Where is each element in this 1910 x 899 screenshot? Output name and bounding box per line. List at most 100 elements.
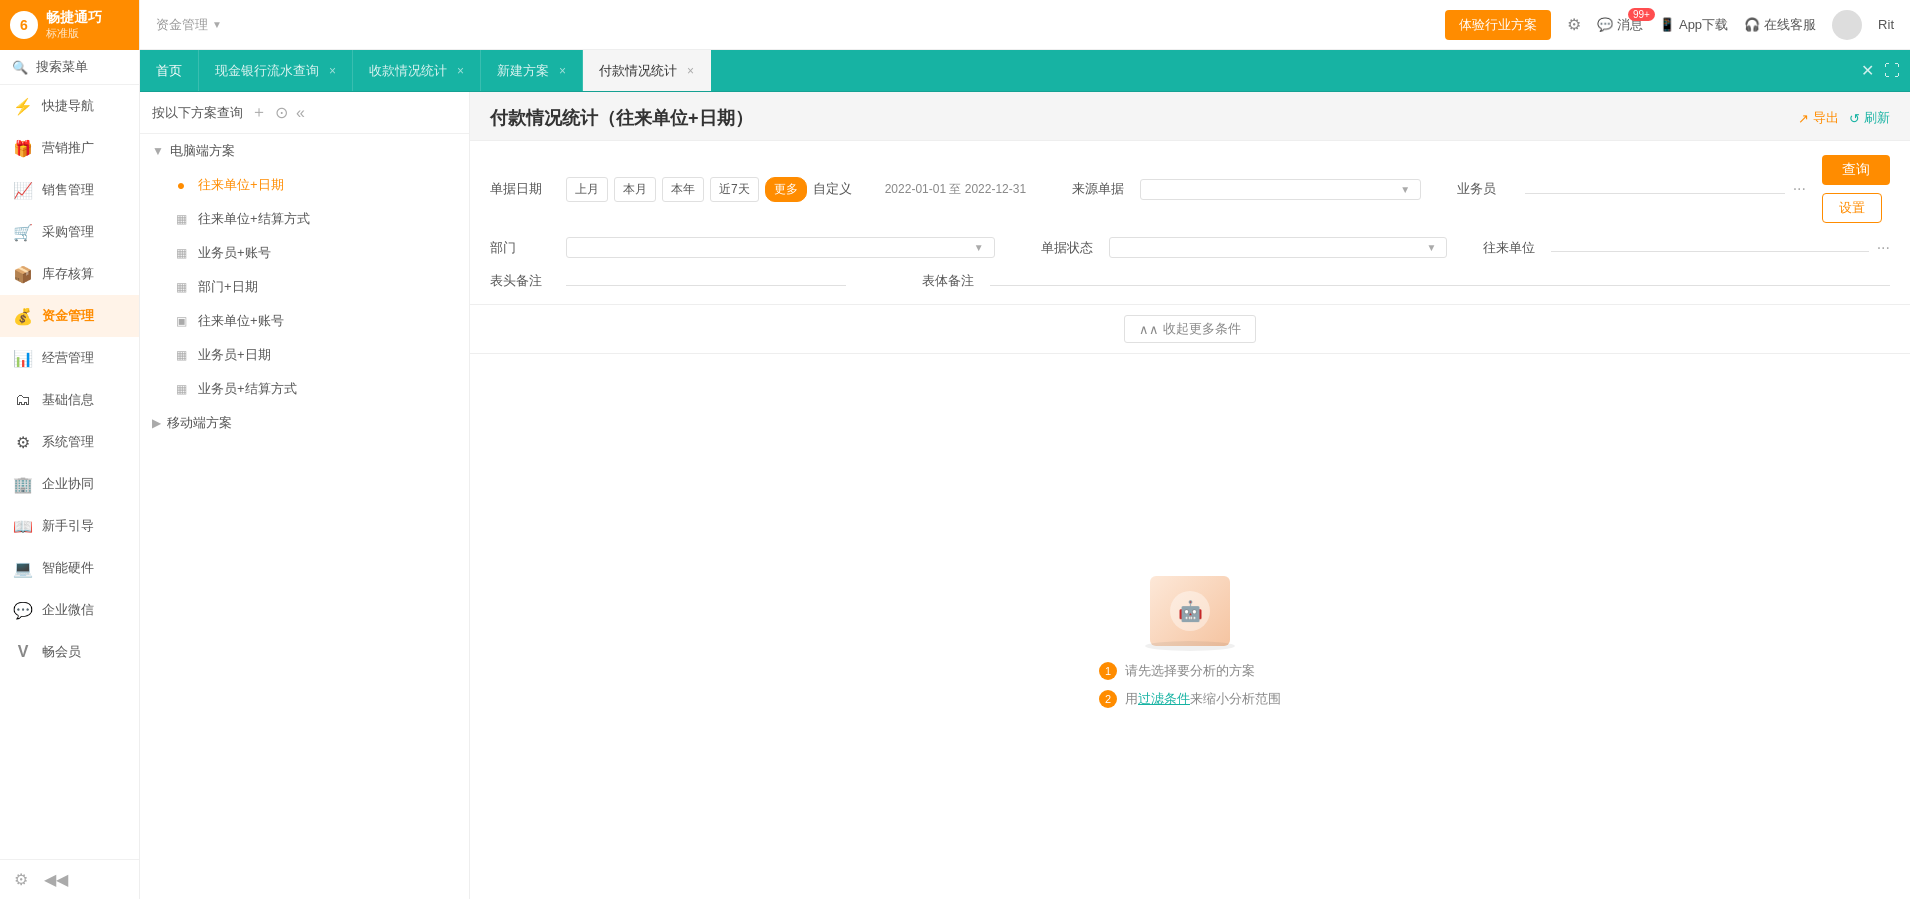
- tab-close-bank[interactable]: ×: [329, 64, 336, 78]
- tab-close-receipt[interactable]: ×: [457, 64, 464, 78]
- last-7-btn[interactable]: 近7天: [710, 177, 759, 202]
- scheme-item-label: 业务员+账号: [198, 244, 271, 262]
- expand-window-icon[interactable]: ⛶: [1884, 62, 1900, 80]
- counterpart-dots-icon[interactable]: ···: [1877, 239, 1890, 257]
- refresh-button[interactable]: ↺ 刷新: [1849, 109, 1890, 127]
- dept-select[interactable]: ▼: [566, 237, 995, 258]
- tab-payment[interactable]: 付款情况统计 ×: [583, 50, 711, 91]
- breadcrumb-text: 资金管理: [156, 16, 208, 34]
- close-all-tabs-icon[interactable]: ✕: [1861, 61, 1874, 80]
- scheme-item-unit-settle[interactable]: ▦ 往来单位+结算方式: [140, 202, 469, 236]
- dropdown-arrow-icon: ▼: [212, 19, 222, 30]
- empty-shadow: [1145, 641, 1235, 651]
- sidebar-item-sales[interactable]: 📈 销售管理: [0, 169, 139, 211]
- sidebar-item-smart-hw[interactable]: 💻 智能硬件: [0, 547, 139, 589]
- tab-bank[interactable]: 现金银行流水查询 ×: [199, 50, 353, 91]
- sidebar-item-operations[interactable]: 📊 经营管理: [0, 337, 139, 379]
- tab-close-new-scheme[interactable]: ×: [559, 64, 566, 78]
- sidebar-item-member[interactable]: V 畅会员: [0, 631, 139, 673]
- smart-hw-icon: 💻: [14, 559, 32, 577]
- new-scheme-tab-label: 新建方案: [497, 62, 549, 80]
- sidebar-item-label: 企业微信: [42, 601, 94, 619]
- export-button[interactable]: ↗ 导出: [1798, 109, 1839, 127]
- scheme-item-staff-settle[interactable]: ▦ 业务员+结算方式: [140, 372, 469, 406]
- mobile-section-toggle[interactable]: ▶ 移动端方案: [140, 406, 469, 440]
- empty-state: 🤖 1 请先选择要分析的方案 2 用过滤条件来缩小分析范围: [470, 354, 1910, 899]
- collapse-conditions-button[interactable]: ∧∧ 收起更多条件: [1124, 315, 1256, 343]
- online-service-button[interactable]: 🎧 在线客服: [1744, 16, 1816, 34]
- marketing-icon: 🎁: [14, 139, 32, 157]
- sidebar-item-quick-nav[interactable]: ⚡ 快捷导航: [0, 85, 139, 127]
- sidebar-item-inventory[interactable]: 📦 库存核算: [0, 253, 139, 295]
- refresh-icon: ↺: [1849, 111, 1860, 126]
- more-date-btn[interactable]: 更多: [765, 177, 807, 202]
- desktop-scheme-section: ▼ 电脑端方案 ● 往来单位+日期 ▦ 往来单位+结算方式 ▦ 业务员+账号 ▦: [140, 134, 469, 406]
- sidebar-item-purchase[interactable]: 🛒 采购管理: [0, 211, 139, 253]
- sidebar-item-search[interactable]: 🔍 搜索菜单: [0, 50, 139, 85]
- scheme-item-unit-account[interactable]: ▣ 往来单位+账号: [140, 304, 469, 338]
- collapse-scheme-icon[interactable]: «: [296, 104, 305, 122]
- tab-home[interactable]: 首页: [140, 50, 199, 91]
- scheme-item-dept-date[interactable]: ▦ 部门+日期: [140, 270, 469, 304]
- app-download-button[interactable]: 📱 App下载: [1659, 16, 1728, 34]
- scheme-item-unit-date[interactable]: ● 往来单位+日期: [140, 168, 469, 202]
- note-head-input[interactable]: [566, 277, 846, 286]
- settings-icon[interactable]: ⚙: [14, 870, 28, 889]
- sidebar-item-guide[interactable]: 📖 新手引导: [0, 505, 139, 547]
- guide-icon: 📖: [14, 517, 32, 535]
- gear-icon[interactable]: ⚙: [1567, 15, 1581, 34]
- logo-text-area: 畅捷通巧 标准版: [46, 9, 102, 41]
- last-month-btn[interactable]: 上月: [566, 177, 608, 202]
- tab-receipt[interactable]: 收款情况统计 ×: [353, 50, 481, 91]
- sidebar-item-label: 经营管理: [42, 349, 94, 367]
- member-icon: V: [14, 643, 32, 661]
- sidebar-item-corp[interactable]: 🏢 企业协同: [0, 463, 139, 505]
- sidebar-item-system[interactable]: ⚙ 系统管理: [0, 421, 139, 463]
- note-head-label: 表头备注: [490, 272, 550, 290]
- note-body-input[interactable]: [990, 277, 1890, 286]
- source-label: 来源单据: [1072, 180, 1132, 198]
- this-year-btn[interactable]: 本年: [662, 177, 704, 202]
- this-month-btn[interactable]: 本月: [614, 177, 656, 202]
- sidebar-item-label: 快捷导航: [42, 97, 94, 115]
- scheme-item-label: 往来单位+结算方式: [198, 210, 310, 228]
- desktop-section-toggle[interactable]: ▼ 电脑端方案: [140, 134, 469, 168]
- note-body-label: 表体备注: [922, 272, 982, 290]
- wechat-icon: 💬: [14, 601, 32, 619]
- sidebar-item-marketing[interactable]: 🎁 营销推广: [0, 127, 139, 169]
- source-select[interactable]: ▼: [1140, 179, 1421, 200]
- sidebar-item-finance[interactable]: 💰 资金管理: [0, 295, 139, 337]
- filter-row-3: 表头备注 表体备注: [490, 272, 1890, 290]
- scheme-active-icon: ●: [172, 176, 190, 194]
- source-dropdown-icon: ▼: [1400, 184, 1410, 195]
- scheme-item-staff-date[interactable]: ▦ 业务员+日期: [140, 338, 469, 372]
- add-scheme-icon[interactable]: ＋: [251, 102, 267, 123]
- search-icon: 🔍: [12, 60, 28, 75]
- counterpart-input: [1551, 243, 1868, 252]
- scheme-panel: 按以下方案查询 ＋ ⊙ « ▼ 电脑端方案 ● 往来单位+日期 ▦: [140, 92, 470, 899]
- query-button[interactable]: 查询: [1822, 155, 1890, 185]
- payment-tab-label: 付款情况统计: [599, 62, 677, 80]
- message-icon: 💬: [1597, 17, 1613, 32]
- industry-scheme-button[interactable]: 体验行业方案: [1445, 10, 1551, 40]
- scheme-settings-icon[interactable]: ⊙: [275, 103, 288, 122]
- scheme-icon: ▦: [172, 346, 190, 364]
- scheme-item-staff-account[interactable]: ▦ 业务员+账号: [140, 236, 469, 270]
- staff-dots-icon[interactable]: ···: [1793, 180, 1806, 198]
- tab-new-scheme[interactable]: 新建方案 ×: [481, 50, 583, 91]
- sidebar-item-basic[interactable]: 🗂 基础信息: [0, 379, 139, 421]
- settings-button[interactable]: 设置: [1822, 193, 1882, 223]
- filter-conditions-link[interactable]: 过滤条件: [1138, 691, 1190, 706]
- tab-close-payment[interactable]: ×: [687, 64, 694, 78]
- sidebar-item-wechat[interactable]: 💬 企业微信: [0, 589, 139, 631]
- sidebar-item-label: 销售管理: [42, 181, 94, 199]
- message-button[interactable]: 💬 消息 99+: [1597, 16, 1643, 34]
- tip-num-2: 2: [1099, 690, 1117, 708]
- sidebar-item-label: 畅会员: [42, 643, 81, 661]
- date-range: 2022-01-01 至 2022-12-31: [885, 181, 1026, 198]
- sidebar-search-label: 搜索菜单: [36, 58, 88, 76]
- empty-tip-2: 2 用过滤条件来缩小分析范围: [1099, 690, 1281, 708]
- filter-area: 单据日期 上月 本月 本年 近7天 更多 自定义 2022-01-01 至 20…: [470, 141, 1910, 305]
- collapse-sidebar-icon[interactable]: ◀◀: [44, 870, 68, 889]
- bill-status-select[interactable]: ▼: [1109, 237, 1448, 258]
